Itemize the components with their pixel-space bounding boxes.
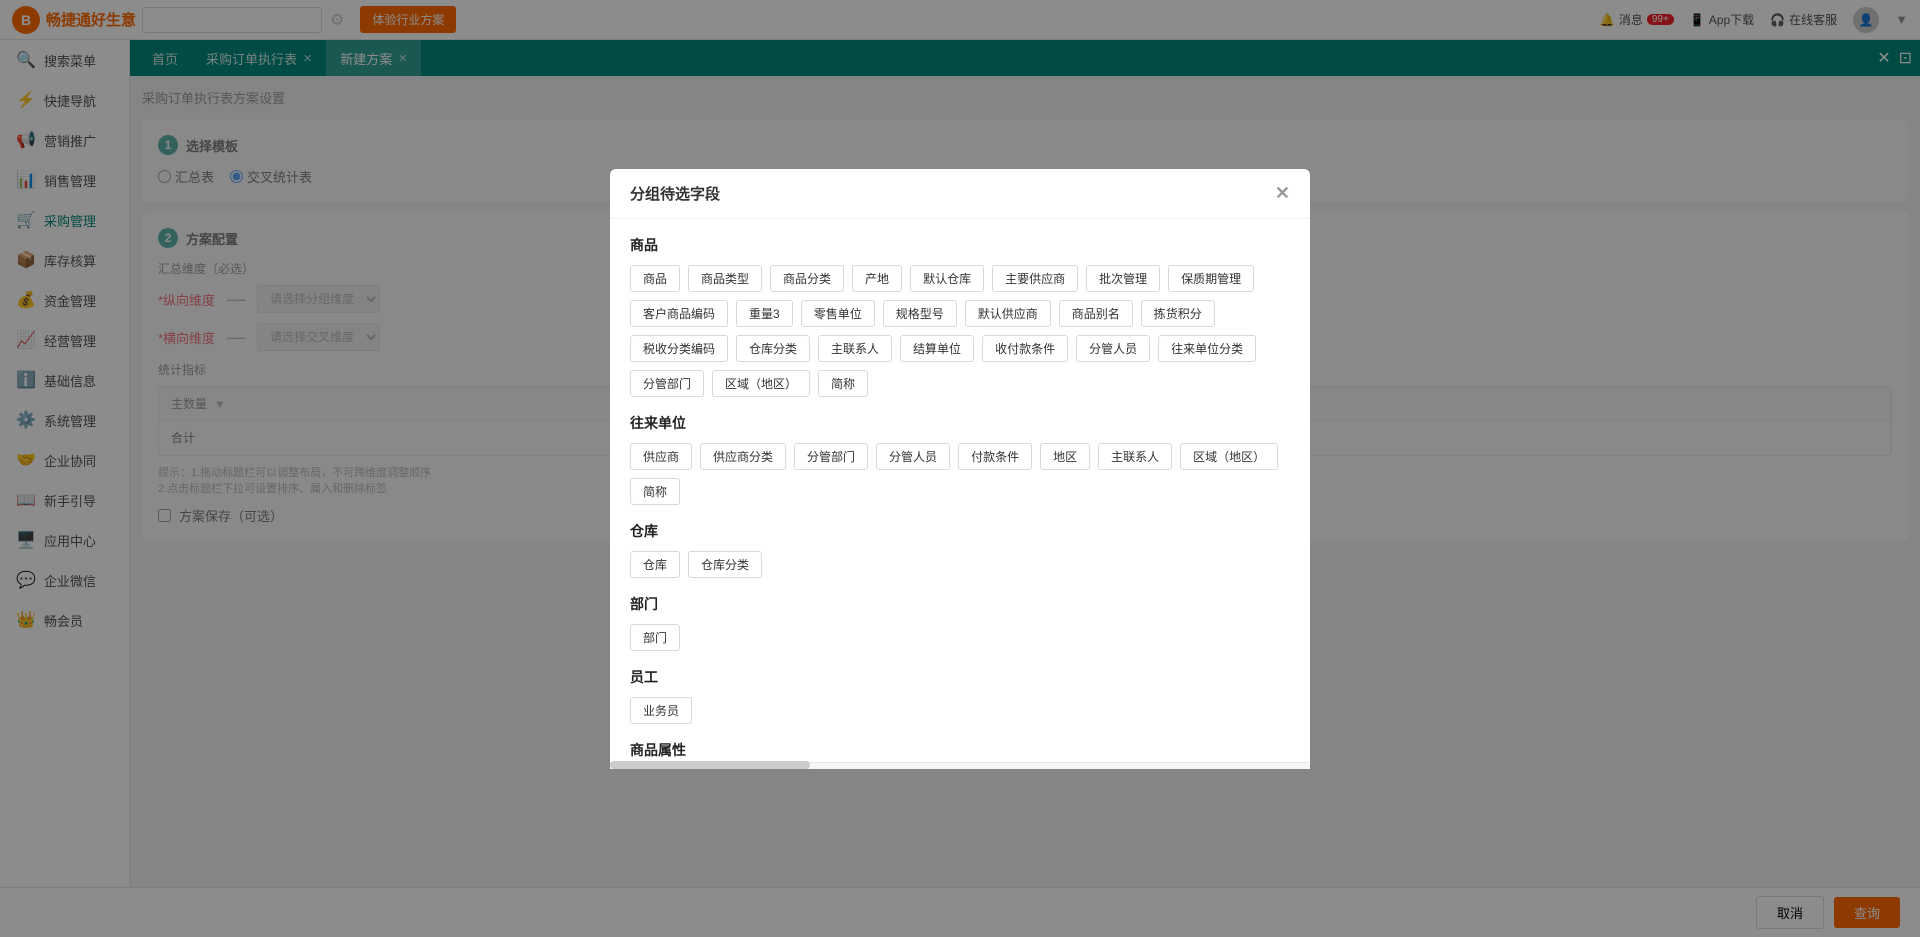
field-region-partner[interactable]: 区域（地区） bbox=[1180, 443, 1278, 470]
field-primary-contact[interactable]: 主联系人 bbox=[818, 335, 892, 362]
scrollbar-thumb[interactable] bbox=[610, 761, 810, 769]
field-spec-model[interactable]: 规格型号 bbox=[883, 300, 957, 327]
field-supplier-category[interactable]: 供应商分类 bbox=[700, 443, 786, 470]
modal-scrollbar-horizontal[interactable] bbox=[610, 762, 1310, 769]
section-title-staff: 员工 bbox=[630, 667, 1290, 687]
section-title-warehouse: 仓库 bbox=[630, 521, 1290, 541]
field-settlement-unit[interactable]: 结算单位 bbox=[900, 335, 974, 362]
field-tax-code[interactable]: 税收分类编码 bbox=[630, 335, 728, 362]
field-supervisor[interactable]: 分管人员 bbox=[1076, 335, 1150, 362]
field-origin[interactable]: 产地 bbox=[852, 265, 902, 292]
field-region-goods[interactable]: 区域（地区） bbox=[712, 370, 810, 397]
modal-overlay: 分组待选字段 ✕ 商品 商品 商品类型 商品分类 产地 默认仓库 主要供应商 批… bbox=[0, 0, 1920, 937]
field-payment-terms[interactable]: 收付款条件 bbox=[982, 335, 1068, 362]
field-grid-goods: 商品 商品类型 商品分类 产地 默认仓库 主要供应商 批次管理 保质期管理 客户… bbox=[630, 265, 1290, 397]
field-short-name-partner[interactable]: 简称 bbox=[630, 478, 680, 505]
field-default-supplier[interactable]: 默认供应商 bbox=[965, 300, 1051, 327]
section-title-dept: 部门 bbox=[630, 594, 1290, 614]
field-warehouse-category[interactable]: 仓库分类 bbox=[736, 335, 810, 362]
field-grid-dept: 部门 bbox=[630, 624, 1290, 651]
field-main-contact-partner[interactable]: 主联系人 bbox=[1098, 443, 1172, 470]
field-dept[interactable]: 部门 bbox=[630, 624, 680, 651]
field-warehouse-cat[interactable]: 仓库分类 bbox=[688, 551, 762, 578]
field-select-modal: 分组待选字段 ✕ 商品 商品 商品类型 商品分类 产地 默认仓库 主要供应商 批… bbox=[610, 169, 1310, 769]
field-customer-code[interactable]: 客户商品编码 bbox=[630, 300, 728, 327]
field-grid-staff: 业务员 bbox=[630, 697, 1290, 724]
field-retail-unit[interactable]: 零售单位 bbox=[801, 300, 875, 327]
modal-close-button[interactable]: ✕ bbox=[1275, 183, 1290, 204]
field-partner-category[interactable]: 往来单位分类 bbox=[1158, 335, 1256, 362]
section-title-partner: 往来单位 bbox=[630, 413, 1290, 433]
field-partner-staff[interactable]: 分管人员 bbox=[876, 443, 950, 470]
field-partner-dept[interactable]: 分管部门 bbox=[794, 443, 868, 470]
section-title-goods: 商品 bbox=[630, 235, 1290, 255]
modal-title: 分组待选字段 bbox=[630, 183, 720, 204]
field-batch-mgmt[interactable]: 批次管理 bbox=[1086, 265, 1160, 292]
modal-body[interactable]: 商品 商品 商品类型 商品分类 产地 默认仓库 主要供应商 批次管理 保质期管理… bbox=[610, 219, 1310, 762]
modal-header: 分组待选字段 ✕ bbox=[610, 169, 1310, 219]
field-expiry-mgmt[interactable]: 保质期管理 bbox=[1168, 265, 1254, 292]
field-short-name-goods[interactable]: 简称 bbox=[818, 370, 868, 397]
field-salesperson[interactable]: 业务员 bbox=[630, 697, 692, 724]
section-title-attrs: 商品属性 bbox=[630, 740, 1290, 760]
field-pick-points[interactable]: 拣货积分 bbox=[1141, 300, 1215, 327]
field-goods-alias[interactable]: 商品别名 bbox=[1059, 300, 1133, 327]
field-goods-category[interactable]: 商品分类 bbox=[770, 265, 844, 292]
field-default-warehouse[interactable]: 默认仓库 bbox=[910, 265, 984, 292]
field-supplier[interactable]: 供应商 bbox=[630, 443, 692, 470]
field-main-supplier[interactable]: 主要供应商 bbox=[992, 265, 1078, 292]
field-grid-partner: 供应商 供应商分类 分管部门 分管人员 付款条件 地区 主联系人 区域（地区） … bbox=[630, 443, 1290, 505]
field-goods[interactable]: 商品 bbox=[630, 265, 680, 292]
field-grid-warehouse: 仓库 仓库分类 bbox=[630, 551, 1290, 578]
field-goods-type[interactable]: 商品类型 bbox=[688, 265, 762, 292]
field-area[interactable]: 地区 bbox=[1040, 443, 1090, 470]
field-payment-condition[interactable]: 付款条件 bbox=[958, 443, 1032, 470]
field-dept-managed[interactable]: 分管部门 bbox=[630, 370, 704, 397]
field-weight3[interactable]: 重量3 bbox=[736, 300, 793, 327]
field-warehouse[interactable]: 仓库 bbox=[630, 551, 680, 578]
